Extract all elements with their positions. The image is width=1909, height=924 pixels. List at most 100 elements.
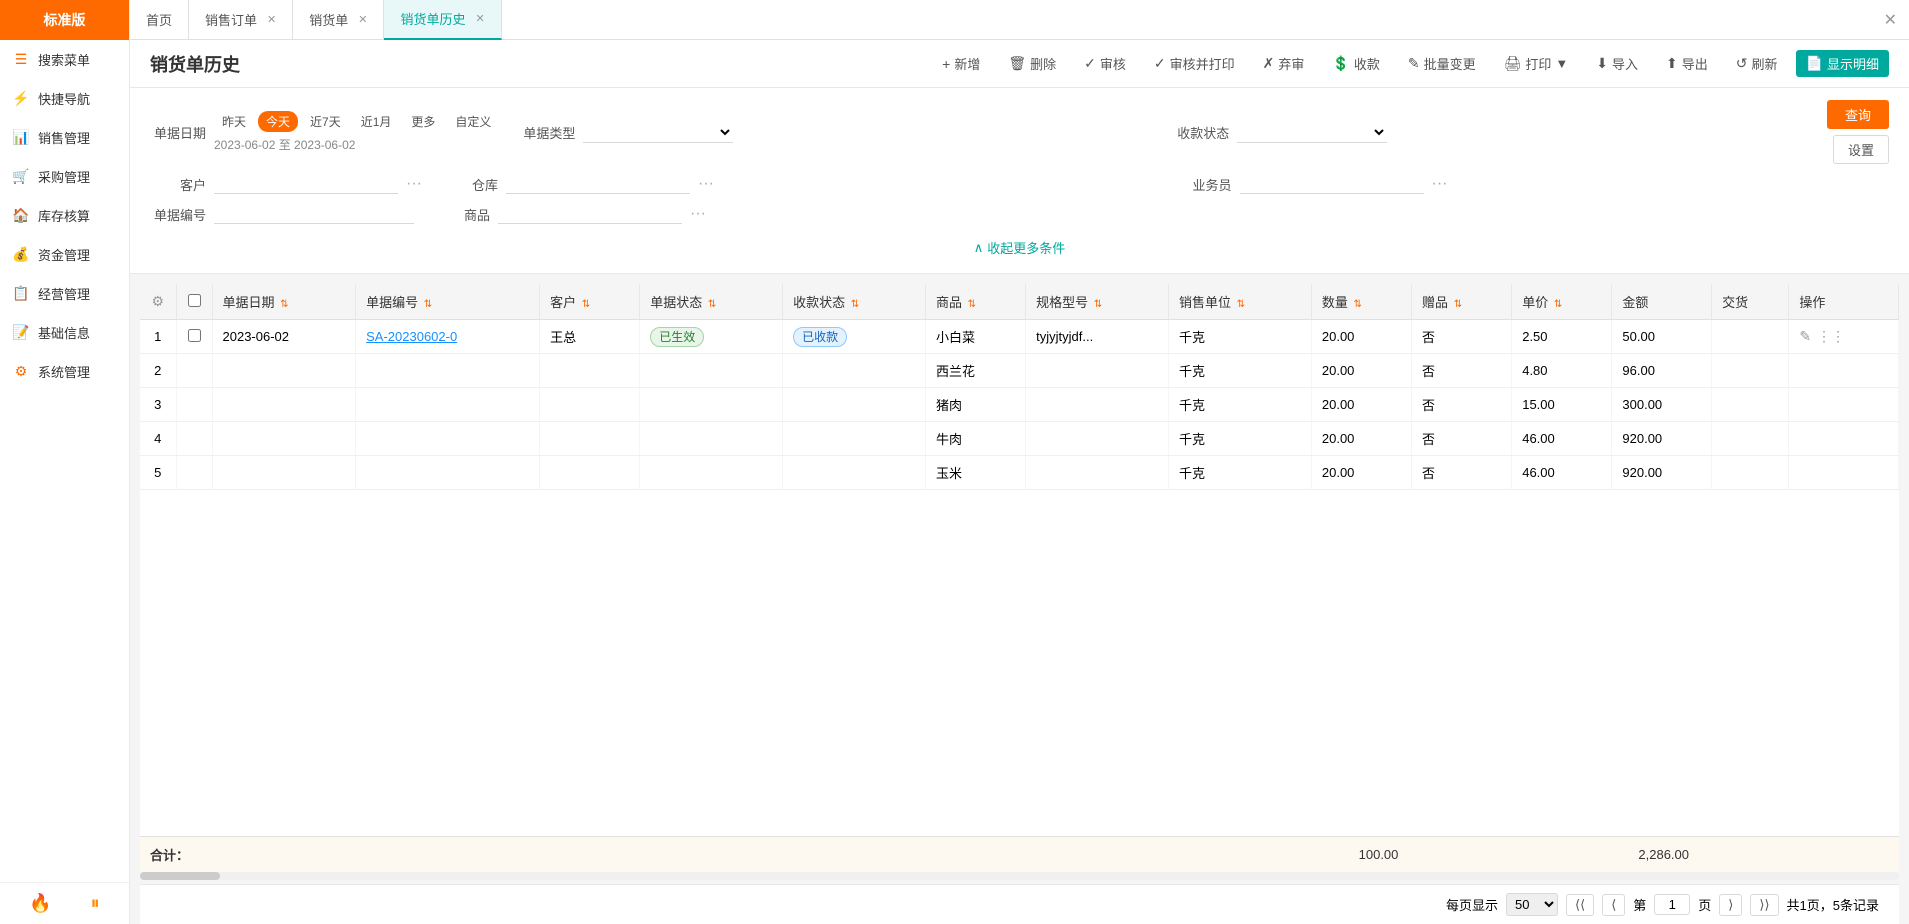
tab-sales-order-close[interactable]: ✕ — [267, 13, 276, 26]
th-transaction: 交货 — [1712, 284, 1789, 320]
tab-sales-delivery-close[interactable]: ✕ — [358, 13, 367, 26]
date-pill-7days[interactable]: 近7天 — [302, 111, 349, 132]
unit-sort-icon[interactable]: ⇅ — [1237, 299, 1245, 310]
sidebar-item-basic-info[interactable]: 📝 基础信息 — [0, 313, 129, 352]
settings-gear-icon[interactable]: ⚙ — [151, 293, 164, 309]
tab-sales-history-label: 销货单历史 — [400, 9, 465, 28]
export-button[interactable]: ⬆ 导出 — [1656, 50, 1718, 77]
filter-customer-input[interactable] — [214, 174, 398, 194]
page-first-btn[interactable]: ⟨⟨ — [1566, 894, 1594, 916]
tab-bar-close-all[interactable]: ✕ — [1872, 10, 1909, 30]
td-goods: 牛肉 — [925, 422, 1025, 456]
filter-warehouse-input[interactable] — [506, 174, 690, 194]
current-page-input[interactable] — [1654, 894, 1690, 915]
customer-sort-icon[interactable]: ⇅ — [582, 299, 590, 310]
settings-button[interactable]: 设置 — [1833, 135, 1889, 164]
tab-sales-history[interactable]: 销货单历史 ✕ — [384, 0, 501, 40]
filter-payment-status-label: 收款状态 — [1173, 123, 1229, 142]
horizontal-scrollbar[interactable] — [140, 872, 1899, 880]
audit-button[interactable]: ✓ 审核 — [1074, 50, 1136, 77]
filter-doc-no-label: 单据编号 — [150, 205, 206, 224]
date-pill-today[interactable]: 今天 — [258, 111, 298, 132]
td-doc-date — [212, 388, 356, 422]
pause-icon[interactable]: ⏸ — [91, 893, 100, 914]
doc-no-sort-icon[interactable]: ⇅ — [424, 299, 432, 310]
filter-salesperson-dots[interactable]: ··· — [1432, 175, 1448, 193]
sidebar-item-search-menu[interactable]: ☰ 搜索菜单 — [0, 40, 129, 79]
td-amount: 50.00 — [1612, 320, 1712, 354]
footer-total-label: 合计： — [150, 845, 250, 864]
import-button[interactable]: ⬇ 导入 — [1586, 50, 1648, 77]
sidebar-item-operations-mgmt[interactable]: 📋 经营管理 — [0, 274, 129, 313]
show-detail-icon: 📄 — [1806, 55, 1823, 72]
edit-icon[interactable]: ✎ — [1799, 328, 1811, 345]
filter-doc-no-input[interactable] — [214, 204, 414, 224]
date-pill-1month[interactable]: 近1月 — [353, 111, 400, 132]
sidebar-item-finance-mgmt[interactable]: 💰 资金管理 — [0, 235, 129, 274]
sidebar-item-inventory[interactable]: 🏠 库存核算 — [0, 196, 129, 235]
date-pill-custom[interactable]: 自定义 — [447, 111, 499, 132]
td-transaction — [1712, 354, 1789, 388]
spec-sort-icon[interactable]: ⇅ — [1094, 299, 1102, 310]
print-button[interactable]: 🖨 打印 ▼ — [1494, 50, 1579, 77]
doc-status-sort-icon[interactable]: ⇅ — [708, 299, 716, 310]
tab-home[interactable]: 首页 — [130, 0, 189, 40]
unit-price-sort-icon[interactable]: ⇅ — [1554, 299, 1562, 310]
tab-sales-order[interactable]: 销售订单 ✕ — [189, 0, 293, 40]
filter-doc-type-label: 单据类型 — [519, 123, 575, 142]
filter-warehouse-dots[interactable]: ··· — [698, 175, 714, 193]
td-checkbox — [176, 320, 212, 354]
page-next-btn[interactable]: ⟩ — [1719, 894, 1742, 916]
filter-salesperson-input[interactable] — [1240, 174, 1424, 194]
refresh-button[interactable]: ↺ 刷新 — [1726, 50, 1788, 77]
footer-total-amount: 2,286.00 — [1638, 847, 1689, 862]
export-label: 导出 — [1682, 54, 1708, 73]
page-last-btn[interactable]: ⟩⟩ — [1750, 894, 1778, 916]
filter-payment-status-select[interactable] — [1237, 121, 1387, 143]
fire-icon[interactable]: 🔥 — [29, 893, 51, 914]
th-doc-date-label: 单据日期 — [223, 295, 275, 310]
doc-date-sort-icon[interactable]: ⇅ — [280, 299, 288, 310]
tab-sales-history-close[interactable]: ✕ — [476, 12, 485, 25]
table-row: 5 玉米 千克 20.00 否 46.00 920.00 — [140, 456, 1899, 490]
page-prev-btn[interactable]: ⟨ — [1602, 894, 1625, 916]
qty-sort-icon[interactable]: ⇅ — [1354, 299, 1362, 310]
filter-goods-input[interactable] — [498, 204, 682, 224]
batch-change-button[interactable]: ✎ 批量变更 — [1398, 50, 1486, 77]
filter-collapse-btn[interactable]: ∧ 收起更多条件 — [150, 234, 1889, 261]
show-detail-button[interactable]: 📄 显示明细 — [1796, 50, 1889, 77]
doc-no-link[interactable]: SA-20230602-0 — [366, 329, 457, 344]
sidebar-item-sales-mgmt[interactable]: 📊 销售管理 — [0, 118, 129, 157]
sidebar-item-label: 库存核算 — [38, 206, 90, 225]
sidebar-item-quick-nav[interactable]: ⚡ 快捷导航 — [0, 79, 129, 118]
sidebar-item-purchase-mgmt[interactable]: 🛒 采购管理 — [0, 157, 129, 196]
filter-doc-type-select[interactable] — [583, 121, 733, 143]
query-button[interactable]: 查询 — [1827, 100, 1889, 129]
more-icon[interactable]: ⋮⋮ — [1817, 328, 1845, 345]
th-qty-label: 数量 — [1322, 295, 1348, 310]
discard-button[interactable]: ✗ 弃审 — [1253, 50, 1315, 77]
date-pill-more[interactable]: 更多 — [403, 111, 443, 132]
collect-button[interactable]: 💲 收款 — [1322, 50, 1389, 77]
table-row: 4 牛肉 千克 20.00 否 46.00 920.00 — [140, 422, 1899, 456]
row-checkbox[interactable] — [188, 329, 201, 342]
delete-button[interactable]: 🗑 删除 — [998, 50, 1066, 77]
tab-sales-delivery[interactable]: 销货单 ✕ — [293, 0, 384, 40]
td-unit: 千克 — [1169, 456, 1312, 490]
new-button[interactable]: + 新增 — [932, 50, 990, 77]
audit-print-button[interactable]: ✓ 审核并打印 — [1144, 50, 1245, 77]
print-icon: 🖨 — [1504, 55, 1522, 72]
date-pill-yesterday[interactable]: 昨天 — [214, 111, 254, 132]
filter-customer-dots[interactable]: ··· — [406, 175, 422, 193]
collect-label: 收款 — [1354, 54, 1380, 73]
filter-goods-dots[interactable]: ··· — [690, 205, 706, 223]
payment-status-sort-icon[interactable]: ⇅ — [851, 299, 859, 310]
scrollbar-thumb[interactable] — [140, 872, 220, 880]
goods-sort-icon[interactable]: ⇅ — [968, 299, 976, 310]
gift-sort-icon[interactable]: ⇅ — [1454, 299, 1462, 310]
select-all-checkbox[interactable] — [188, 294, 201, 307]
page-size-select[interactable]: 50 20 100 — [1506, 893, 1558, 916]
td-actions — [1789, 422, 1899, 456]
filter-warehouse-label: 仓库 — [442, 175, 498, 194]
sidebar-item-system-mgmt[interactable]: ⚙ 系统管理 — [0, 352, 129, 391]
